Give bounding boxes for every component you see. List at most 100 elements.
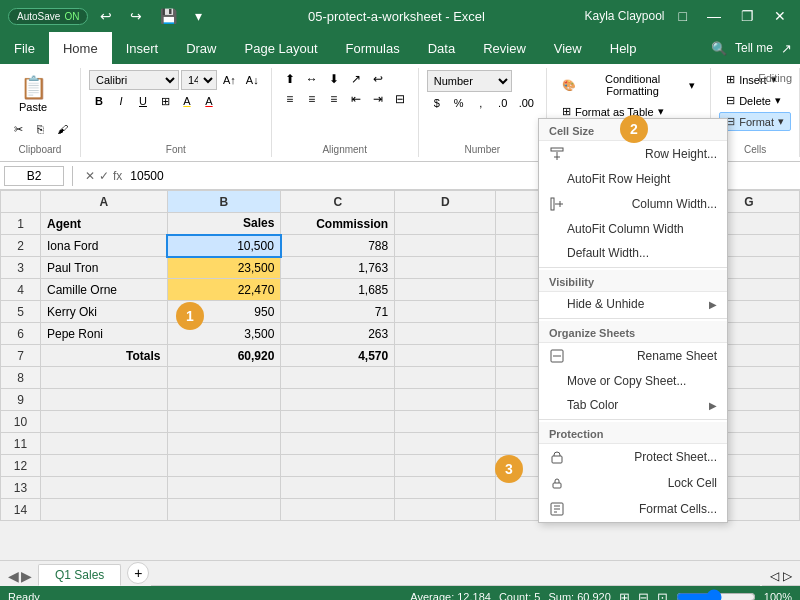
tab-review[interactable]: Review: [469, 32, 540, 64]
cell-d8[interactable]: [395, 367, 496, 389]
copy-button[interactable]: ⎘: [30, 120, 50, 138]
cell-b9[interactable]: [167, 389, 281, 411]
increase-font-button[interactable]: A↑: [219, 71, 240, 89]
cell-c6[interactable]: 263: [281, 323, 395, 345]
decrease-font-button[interactable]: A↓: [242, 71, 263, 89]
tab-page-layout[interactable]: Page Layout: [231, 32, 332, 64]
tab-home[interactable]: Home: [49, 32, 112, 64]
insert-function-icon[interactable]: fx: [113, 169, 122, 183]
new-sheet-button[interactable]: +: [127, 562, 149, 584]
cell-c1[interactable]: Commission: [281, 213, 395, 235]
cell-b10[interactable]: [167, 411, 281, 433]
ribbon-display-button[interactable]: □: [673, 6, 693, 26]
conditional-formatting-button[interactable]: 🎨 Conditional Formatting ▾: [555, 70, 702, 100]
cell-d12[interactable]: [395, 455, 496, 477]
cell-a1[interactable]: Agent: [41, 213, 168, 235]
redo-button[interactable]: ↪: [124, 6, 148, 26]
tab-help[interactable]: Help: [596, 32, 651, 64]
normal-view-button[interactable]: ⊞: [619, 590, 630, 601]
cell-reference-input[interactable]: [4, 166, 64, 186]
cell-d6[interactable]: [395, 323, 496, 345]
cell-b1[interactable]: Sales: [167, 213, 281, 235]
tab-file[interactable]: File: [0, 32, 49, 64]
cell-d3[interactable]: [395, 257, 496, 279]
cancel-formula-icon[interactable]: ✕: [85, 169, 95, 183]
cell-a11[interactable]: [41, 433, 168, 455]
protect-sheet-item[interactable]: Protect Sheet...: [539, 444, 727, 470]
cell-b8[interactable]: [167, 367, 281, 389]
format-painter-button[interactable]: 🖌: [52, 120, 72, 138]
cell-d14[interactable]: [395, 499, 496, 521]
minimize-button[interactable]: —: [701, 6, 727, 26]
paste-button[interactable]: 📋 Paste: [8, 70, 58, 118]
tab-data[interactable]: Data: [414, 32, 469, 64]
cell-b3[interactable]: 23,500: [167, 257, 281, 279]
cell-b14[interactable]: [167, 499, 281, 521]
cell-c4[interactable]: 1,685: [281, 279, 395, 301]
quick-save-button[interactable]: 💾: [154, 6, 183, 26]
cell-c10[interactable]: [281, 411, 395, 433]
cell-c13[interactable]: [281, 477, 395, 499]
rename-sheet-item[interactable]: Rename Sheet: [539, 343, 727, 369]
percent-button[interactable]: %: [449, 94, 469, 112]
row-height-item[interactable]: Row Height...: [539, 141, 727, 167]
zoom-slider[interactable]: [676, 589, 756, 600]
cell-c11[interactable]: [281, 433, 395, 455]
sheet-nav-left[interactable]: ◀: [8, 568, 19, 584]
col-header-c[interactable]: C: [281, 191, 395, 213]
cell-d2[interactable]: [395, 235, 496, 257]
lock-cell-item[interactable]: Lock Cell: [539, 470, 727, 496]
hide-unhide-item[interactable]: Hide & Unhide ▶: [539, 292, 727, 316]
col-header-d[interactable]: D: [395, 191, 496, 213]
font-name-select[interactable]: Calibri: [89, 70, 179, 90]
col-header-a[interactable]: A: [41, 191, 168, 213]
move-copy-item[interactable]: Move or Copy Sheet...: [539, 369, 727, 393]
share-button[interactable]: ↗: [781, 41, 792, 56]
autosave-toggle[interactable]: AutoSave ON: [8, 8, 88, 25]
merge-center-button[interactable]: ⊟: [390, 90, 410, 108]
tab-view[interactable]: View: [540, 32, 596, 64]
cell-b13[interactable]: [167, 477, 281, 499]
cell-a9[interactable]: [41, 389, 168, 411]
cell-a8[interactable]: [41, 367, 168, 389]
cell-c14[interactable]: [281, 499, 395, 521]
confirm-formula-icon[interactable]: ✓: [99, 169, 109, 183]
customize-qat-button[interactable]: ▾: [189, 6, 208, 26]
comma-button[interactable]: ,: [471, 94, 491, 112]
cell-a13[interactable]: [41, 477, 168, 499]
tab-color-item[interactable]: Tab Color ▶: [539, 393, 727, 417]
cell-a5[interactable]: Kerry Oki: [41, 301, 168, 323]
cell-d11[interactable]: [395, 433, 496, 455]
col-header-b[interactable]: B: [167, 191, 281, 213]
align-bottom-button[interactable]: ⬇: [324, 70, 344, 88]
format-button[interactable]: ⊟ Format ▾: [719, 112, 791, 131]
cell-a6[interactable]: Pepe Roni: [41, 323, 168, 345]
cell-d9[interactable]: [395, 389, 496, 411]
cell-a4[interactable]: Camille Orne: [41, 279, 168, 301]
cell-a7[interactable]: Totals: [41, 345, 168, 367]
cell-d1[interactable]: [395, 213, 496, 235]
default-width-item[interactable]: Default Width...: [539, 241, 727, 265]
cell-c7[interactable]: 4,570: [281, 345, 395, 367]
cell-c5[interactable]: 71: [281, 301, 395, 323]
cell-b11[interactable]: [167, 433, 281, 455]
sheet-scroll-left[interactable]: ◁: [770, 569, 779, 583]
decrease-indent-button[interactable]: ⇤: [346, 90, 366, 108]
increase-decimal-button[interactable]: .00: [515, 94, 538, 112]
restore-button[interactable]: ❐: [735, 6, 760, 26]
fill-color-button[interactable]: A: [177, 92, 197, 110]
cell-a3[interactable]: Paul Tron: [41, 257, 168, 279]
cell-c8[interactable]: [281, 367, 395, 389]
align-middle-button[interactable]: ↔: [302, 70, 322, 88]
column-width-item[interactable]: Column Width...: [539, 191, 727, 217]
cell-d4[interactable]: [395, 279, 496, 301]
cell-d10[interactable]: [395, 411, 496, 433]
sheet-scroll-right[interactable]: ▷: [783, 569, 792, 583]
sheet-nav-right[interactable]: ▶: [21, 568, 32, 584]
format-cells-item[interactable]: Format Cells...: [539, 496, 727, 522]
border-button[interactable]: ⊞: [155, 92, 175, 110]
sheet-tab-q1sales[interactable]: Q1 Sales: [38, 564, 121, 586]
cell-a2[interactable]: Iona Ford: [41, 235, 168, 257]
tab-formulas[interactable]: Formulas: [332, 32, 414, 64]
font-size-select[interactable]: 14: [181, 70, 217, 90]
